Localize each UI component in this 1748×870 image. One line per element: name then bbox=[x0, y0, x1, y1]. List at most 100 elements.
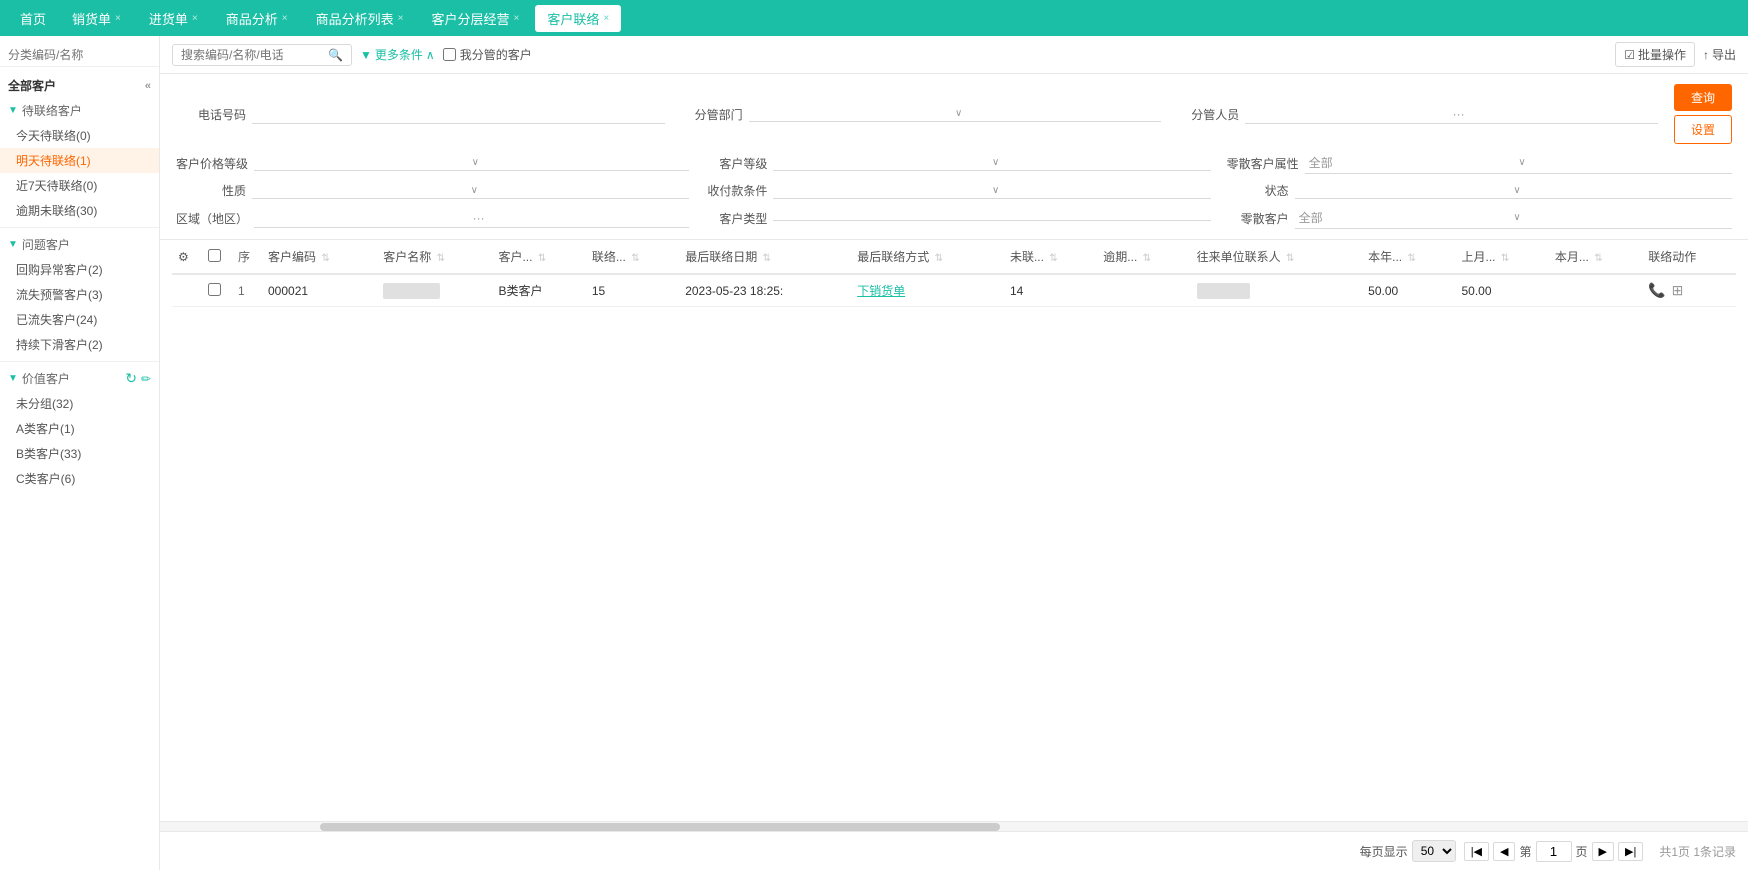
select-all-checkbox[interactable] bbox=[208, 249, 221, 262]
payment-label: 收付款条件 bbox=[697, 182, 767, 199]
scrollbar-thumb[interactable] bbox=[320, 823, 1000, 831]
sidebar-item-7days[interactable]: 近7天待联络(0) bbox=[0, 173, 159, 198]
th-overdue[interactable]: 逾期... ⇅ bbox=[1097, 240, 1190, 274]
filter-right-actions: ☑ 批量操作 ↑ 导出 bbox=[1615, 42, 1736, 67]
customer-level-select[interactable]: ∨ bbox=[773, 155, 1210, 171]
page-size-select[interactable]: 50 bbox=[1412, 840, 1456, 862]
sidebar-group-problem[interactable]: ▼ 问题客户 bbox=[0, 232, 159, 257]
close-icon[interactable]: × bbox=[192, 13, 198, 24]
data-table-container: ⚙ 序 客户编码 ⇅ 客户名称 bbox=[160, 240, 1748, 821]
price-level-select[interactable]: ∨ bbox=[254, 155, 689, 171]
content-area: 🔍 ▼ 更多条件 ∧ 我分管的客户 ☑ 批量操作 ↑ 导出 bbox=[160, 36, 1748, 870]
horizontal-scrollbar[interactable] bbox=[160, 821, 1748, 831]
sidebar-search-input[interactable] bbox=[8, 48, 160, 62]
sidebar-group-pending[interactable]: ▼ 待联络客户 bbox=[0, 98, 159, 123]
export-button[interactable]: ↑ 导出 bbox=[1703, 46, 1736, 63]
retail-customer-select[interactable]: 全部 ∨ bbox=[1295, 207, 1732, 229]
retail-attr-label: 零散客户属性 bbox=[1219, 155, 1299, 172]
sidebar-item-class-b[interactable]: B类客户(33) bbox=[0, 441, 159, 466]
filter-row-2: 客户价格等级 ∨ 客户等级 ∨ 零散客户属性 全部 bbox=[176, 152, 1732, 174]
page-number-input[interactable] bbox=[1536, 841, 1572, 862]
refresh-icon[interactable]: ↻ bbox=[125, 370, 137, 387]
row-last-method[interactable]: 下销货单 bbox=[851, 274, 1004, 307]
sidebar-item-overdue[interactable]: 逾期未联络(30) bbox=[0, 198, 159, 223]
th-code[interactable]: 客户编码 ⇅ bbox=[262, 240, 377, 274]
chevron-down-icon: ∨ bbox=[992, 157, 1207, 168]
th-contacts[interactable]: 往来单位联系人 ⇅ bbox=[1191, 240, 1362, 274]
query-button[interactable]: 查询 bbox=[1674, 84, 1732, 111]
sidebar-item-churn-warning[interactable]: 流失预警客户(3) bbox=[0, 282, 159, 307]
row-contact-count: 15 bbox=[586, 274, 679, 307]
th-not-contacted[interactable]: 未联... ⇅ bbox=[1004, 240, 1097, 274]
prev-page-button[interactable]: ◀ bbox=[1493, 842, 1515, 861]
close-icon[interactable]: × bbox=[513, 13, 519, 24]
batch-operation-button[interactable]: ☑ 批量操作 bbox=[1615, 42, 1695, 67]
main-search-input[interactable] bbox=[181, 48, 328, 62]
th-contact-count[interactable]: 联络... ⇅ bbox=[586, 240, 679, 274]
area-field: 区域（地区） ··· bbox=[176, 209, 689, 228]
sidebar-item-churned[interactable]: 已流失客户(24) bbox=[0, 307, 159, 332]
close-icon[interactable]: × bbox=[282, 13, 288, 24]
nav-item-customer-tier[interactable]: 客户分层经营 × bbox=[419, 5, 531, 32]
sidebar-item-ungroup[interactable]: 未分组(32) bbox=[0, 391, 159, 416]
sort-icon: ⇅ bbox=[763, 253, 771, 264]
th-index: 序 bbox=[232, 240, 262, 274]
my-customers-filter[interactable]: 我分管的客户 bbox=[443, 46, 532, 63]
dept-select[interactable]: ∨ bbox=[749, 106, 1162, 122]
row-contacts: ██ bbox=[1191, 274, 1362, 307]
sidebar-item-today[interactable]: 今天待联络(0) bbox=[0, 123, 159, 148]
dept-label: 分管部门 bbox=[673, 106, 743, 123]
status-select[interactable]: ∨ bbox=[1295, 183, 1732, 199]
th-type[interactable]: 客户... ⇅ bbox=[492, 240, 585, 274]
customer-type-select[interactable] bbox=[773, 216, 1210, 221]
sidebar-group-value[interactable]: ▼ 价值客户 ↻ ✏ bbox=[0, 366, 159, 391]
sidebar-item-declining[interactable]: 持续下滑客户(2) bbox=[0, 332, 159, 357]
payment-select[interactable]: ∨ bbox=[773, 183, 1210, 199]
grid-action-icon[interactable]: ⊞ bbox=[1672, 282, 1684, 299]
set-button[interactable]: 设置 bbox=[1674, 115, 1732, 144]
sidebar-item-tomorrow[interactable]: 明天待联络(1) bbox=[0, 148, 159, 173]
sidebar-item-class-a[interactable]: A类客户(1) bbox=[0, 416, 159, 441]
nav-item-customer-contact[interactable]: 客户联络 × bbox=[535, 5, 621, 32]
phone-input[interactable] bbox=[252, 105, 665, 124]
gender-select[interactable]: ∨ bbox=[252, 183, 689, 199]
th-this-year[interactable]: 本年... ⇅ bbox=[1362, 240, 1455, 274]
nav-item-sales[interactable]: 销货单 × bbox=[60, 5, 133, 32]
last-method-link[interactable]: 下销货单 bbox=[857, 284, 905, 298]
next-page-button[interactable]: ▶ bbox=[1592, 842, 1614, 861]
filter-icon: ▼ bbox=[360, 48, 372, 62]
close-icon[interactable]: × bbox=[115, 13, 121, 24]
area-select[interactable]: ··· bbox=[254, 209, 689, 228]
search-icon[interactable]: 🔍 bbox=[328, 48, 343, 62]
first-page-button[interactable]: |◀ bbox=[1464, 842, 1489, 861]
th-this-month[interactable]: 本月... ⇅ bbox=[1549, 240, 1642, 274]
th-name[interactable]: 客户名称 ⇅ bbox=[377, 240, 492, 274]
close-icon[interactable]: × bbox=[398, 13, 404, 24]
nav-item-product-analysis-list[interactable]: 商品分析列表 × bbox=[304, 5, 416, 32]
retail-attr-field: 零散客户属性 全部 ∨ bbox=[1219, 152, 1732, 174]
row-select-checkbox[interactable] bbox=[208, 283, 221, 296]
close-icon[interactable]: × bbox=[603, 13, 609, 24]
retail-attr-select[interactable]: 全部 ∨ bbox=[1305, 152, 1732, 174]
th-last-method[interactable]: 最后联络方式 ⇅ bbox=[851, 240, 1004, 274]
chevron-down-icon: ∨ bbox=[1513, 185, 1728, 196]
filter-action-buttons: 查询 设置 bbox=[1674, 84, 1732, 144]
nav-item-purchase[interactable]: 进货单 × bbox=[137, 5, 210, 32]
row-type: B类客户 bbox=[492, 274, 585, 307]
th-last-date[interactable]: 最后联络日期 ⇅ bbox=[679, 240, 851, 274]
sidebar-item-repurchase-anomaly[interactable]: 回购异常客户(2) bbox=[0, 257, 159, 282]
phone-action-icon[interactable]: 📞 bbox=[1648, 282, 1665, 299]
advanced-filter-panel: 电话号码 分管部门 ∨ 分管人员 ··· bbox=[160, 74, 1748, 240]
nav-item-product-analysis[interactable]: 商品分析 × bbox=[214, 5, 300, 32]
nav-home[interactable]: 首页 bbox=[10, 5, 56, 32]
gear-icon[interactable]: ⚙ bbox=[178, 250, 189, 264]
th-last-month[interactable]: 上月... ⇅ bbox=[1456, 240, 1549, 274]
sidebar-item-class-c[interactable]: C类客户(6) bbox=[0, 466, 159, 491]
last-page-button[interactable]: ▶| bbox=[1618, 842, 1643, 861]
my-customers-checkbox[interactable] bbox=[443, 48, 456, 61]
edit-icon[interactable]: ✏ bbox=[141, 372, 151, 386]
all-customers-header[interactable]: 全部客户 « bbox=[0, 73, 159, 98]
more-conditions-button[interactable]: ▼ 更多条件 ∧ bbox=[360, 46, 435, 63]
check-icon: ☑ bbox=[1624, 48, 1635, 62]
person-select[interactable]: ··· bbox=[1245, 105, 1658, 124]
